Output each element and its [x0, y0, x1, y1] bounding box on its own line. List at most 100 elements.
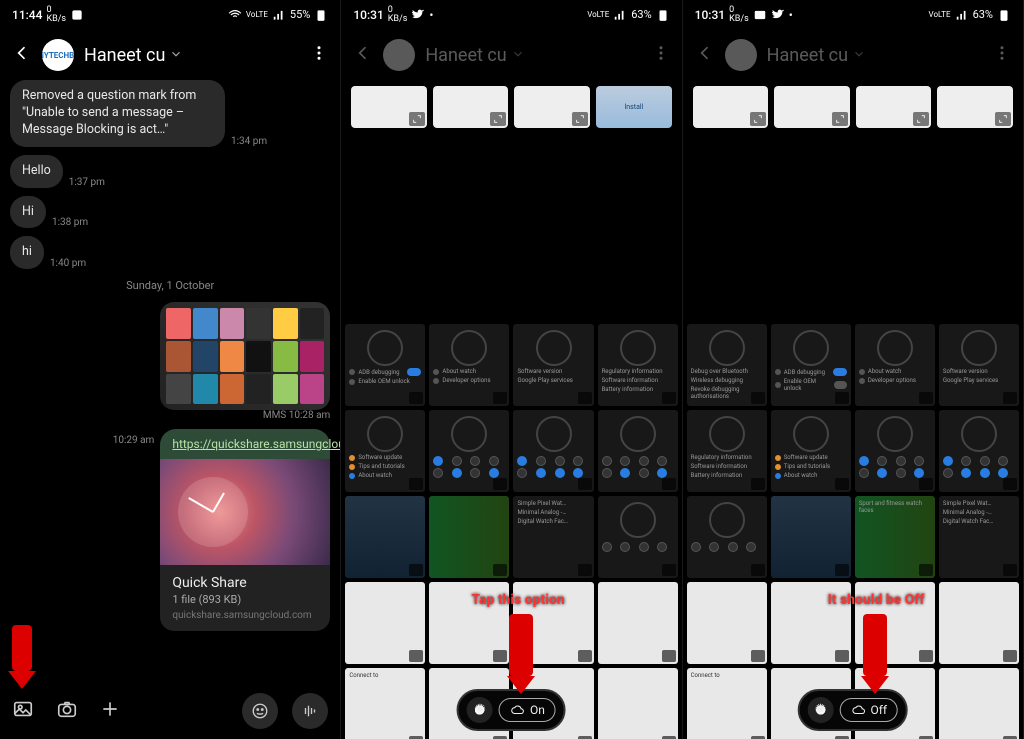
outgoing-link[interactable]: 10:29 am https://quickshare.samsungcloud… — [10, 429, 330, 631]
incoming-message[interactable]: hi 1:40 pm — [10, 236, 330, 269]
gallery-grid[interactable]: Debug over BluetoothWireless debuggingRe… — [683, 320, 1023, 739]
gallery-item[interactable]: Regulatory informationSoftware informati… — [687, 410, 767, 492]
gallery-item[interactable]: Regulatory informationSoftware informati… — [598, 324, 678, 406]
incoming-message[interactable]: Hi 1:38 pm — [10, 196, 330, 229]
gallery-item[interactable] — [771, 496, 851, 578]
twitter-icon — [771, 8, 785, 23]
outgoing-mms[interactable]: MMS 10:28 am — [10, 302, 330, 421]
menu-button[interactable] — [993, 44, 1011, 66]
link-preview-card[interactable]: Quick Share 1 file (893 KB) quickshare.s… — [160, 459, 330, 631]
notification-icon — [70, 8, 84, 23]
gallery-item[interactable]: Simple Pixel Wat…Minimal Analog -…Digita… — [513, 496, 593, 578]
back-button[interactable] — [353, 43, 373, 67]
gallery-item[interactable]: ADB debuggingEnable OEM unlock — [771, 324, 851, 406]
network-type: VoLTE — [587, 10, 609, 19]
gallery-item[interactable]: Connect to — [687, 668, 767, 739]
gallery-item[interactable]: Software versionGoogle Play services — [513, 324, 593, 406]
emoji-button[interactable] — [242, 693, 278, 729]
battery-icon — [314, 8, 328, 23]
camera-button[interactable] — [56, 698, 78, 724]
cloud-icon — [510, 703, 526, 717]
battery-percent: 55% — [290, 8, 310, 21]
signal-icon — [272, 8, 286, 23]
gallery-button[interactable] — [12, 698, 34, 724]
thumbnail[interactable]: Install — [596, 86, 672, 128]
gallery-item[interactable]: About watchDeveloper options — [855, 324, 935, 406]
gallery-item[interactable] — [598, 496, 678, 578]
cloud-toggle-pill[interactable]: On — [499, 698, 556, 722]
thumbnail[interactable] — [693, 86, 769, 128]
mms-image-attachment[interactable] — [160, 302, 330, 410]
annotation-label: It should be Off — [828, 592, 925, 608]
avatar[interactable]: iYTECHB — [42, 39, 74, 71]
wifi-icon — [228, 8, 242, 23]
recent-screenshots-row[interactable]: Install — [341, 80, 681, 134]
gallery-icon: ✺ — [808, 697, 834, 723]
gallery-item[interactable]: Software versionGoogle Play services — [939, 324, 1019, 406]
screen-2-gallery: 10:31 0KB/s • VoLTE 63% Haneet cu Instal… — [341, 0, 682, 739]
message-list[interactable]: Removed a question mark from "Unable to … — [0, 80, 340, 631]
gallery-item[interactable] — [687, 582, 767, 664]
gallery-item[interactable]: Software updateTips and tutorialsAbout w… — [771, 410, 851, 492]
gallery-item[interactable]: ADB debuggingEnable OEM unlock — [345, 324, 425, 406]
statusbar: 10:31 0KB/s • VoLTE 63% — [683, 0, 1023, 30]
incoming-message[interactable]: Removed a question mark from "Unable to … — [10, 80, 330, 147]
gallery-item[interactable] — [345, 582, 425, 664]
date-divider: Sunday, 1 October — [10, 279, 330, 292]
thumbnail[interactable] — [351, 86, 427, 128]
link-subtitle: 1 file (893 KB) — [172, 593, 318, 606]
recent-screenshots-row[interactable] — [683, 80, 1023, 134]
gallery-item[interactable] — [939, 668, 1019, 739]
signal-icon — [613, 8, 627, 23]
gallery-item[interactable] — [687, 496, 767, 578]
statusbar: 11:44 0KB/s VoLTE 55% — [0, 0, 340, 30]
chevron-down-icon — [852, 45, 866, 66]
clock: 10:31 — [695, 8, 725, 22]
thumbnail[interactable] — [433, 86, 509, 128]
thumbnail[interactable] — [514, 86, 590, 128]
gallery-item[interactable] — [598, 668, 678, 739]
menu-button[interactable] — [652, 44, 670, 66]
mms-timestamp: MMS 10:28 am — [160, 410, 330, 421]
gallery-item[interactable] — [429, 496, 509, 578]
gallery-item[interactable]: Simple Pixel Wat…Minimal Analog -…Digita… — [939, 496, 1019, 578]
incoming-message[interactable]: Hello 1:37 pm — [10, 155, 330, 188]
screen-1-chat: 11:44 0KB/s VoLTE 55% iYTECHB Haneet cu … — [0, 0, 341, 739]
thumbnail[interactable] — [774, 86, 850, 128]
gallery-item[interactable] — [345, 496, 425, 578]
gallery-item[interactable]: Software updateTips and tutorialsAbout w… — [345, 410, 425, 492]
cloud-sync-toggle[interactable]: ✺ Off — [798, 689, 909, 731]
network-type: VoLTE — [246, 10, 268, 19]
gallery-item[interactable] — [598, 582, 678, 664]
gallery-item[interactable] — [939, 582, 1019, 664]
menu-button[interactable] — [310, 44, 328, 66]
thumbnail[interactable] — [856, 86, 932, 128]
voice-button[interactable] — [292, 693, 328, 729]
chat-title: Haneet cu — [425, 45, 524, 66]
gallery-item[interactable]: Sport and fitness watch faces — [855, 496, 935, 578]
cloud-sync-toggle[interactable]: ✺ On — [457, 689, 566, 731]
gallery-item[interactable] — [429, 410, 509, 492]
gallery-item[interactable]: Connect to — [345, 668, 425, 739]
gallery-item[interactable] — [513, 410, 593, 492]
gallery-item[interactable] — [855, 410, 935, 492]
gallery-item[interactable]: Debug over BluetoothWireless debuggingRe… — [687, 324, 767, 406]
annotation-label: Tap this option — [471, 592, 564, 608]
clock: 11:44 — [12, 8, 42, 22]
chat-input-bar — [0, 683, 340, 739]
gallery-item[interactable] — [598, 410, 678, 492]
link-bubble[interactable]: https://quickshare.samsungcloud.com/dkQ5… — [160, 429, 330, 459]
twitter-icon — [411, 8, 425, 23]
gallery-item[interactable] — [939, 410, 1019, 492]
annotation-arrow — [8, 625, 36, 689]
add-button[interactable] — [100, 699, 120, 723]
chat-header: iYTECHB Haneet cu — [0, 30, 340, 80]
thumbnail[interactable] — [937, 86, 1013, 128]
gallery-item[interactable]: About watchDeveloper options — [429, 324, 509, 406]
battery-percent: 63% — [973, 8, 993, 21]
back-button[interactable] — [12, 43, 32, 67]
cloud-toggle-pill[interactable]: Off — [840, 698, 899, 722]
chat-title[interactable]: Haneet cu — [84, 45, 183, 66]
link-title: Quick Share — [172, 575, 318, 591]
back-button[interactable] — [695, 43, 715, 67]
